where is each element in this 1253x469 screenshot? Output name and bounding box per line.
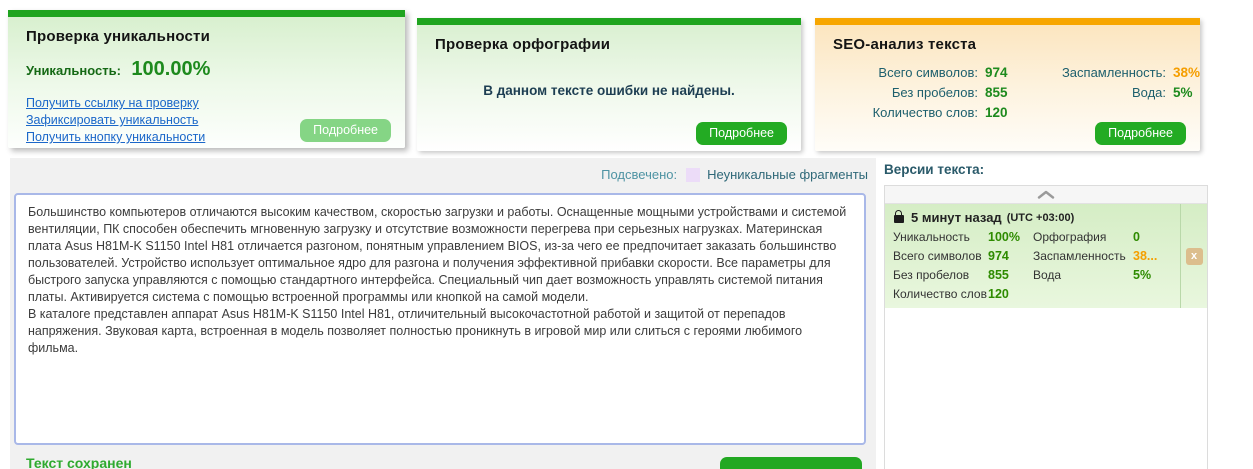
version-entry[interactable]: 5 минут назад (UTC +03:00) Уникальность … [885, 204, 1207, 308]
highlight-label: Подсвечено: [601, 167, 678, 182]
version-no-spaces-value: 855 [988, 268, 1009, 282]
uniqueness-more-button[interactable]: Подробнее [300, 119, 391, 142]
uniqueness-value: 100.00% [131, 58, 211, 80]
seo-more-button[interactable]: Подробнее [1095, 122, 1186, 145]
spelling-result-message: В данном тексте ошибки не найдены. [483, 83, 735, 98]
version-uniqueness-label: Уникальность [893, 230, 970, 244]
seo-card-title: SEO-анализ текста [833, 36, 977, 53]
version-spam-value: 38... [1133, 249, 1158, 263]
seo-word-count-value: 120 [985, 105, 1008, 120]
seo-total-chars-value: 974 [985, 65, 1008, 80]
version-uniqueness-value: 100% [988, 230, 1020, 244]
check-text-button[interactable] [720, 457, 862, 469]
version-total-chars-value: 974 [988, 249, 1009, 263]
seo-spam-value: 38% [1173, 65, 1201, 80]
spelling-card-title: Проверка орфографии [435, 36, 611, 53]
versions-panel: 5 минут назад (UTC +03:00) Уникальность … [884, 185, 1208, 469]
version-spelling-value: 0 [1133, 230, 1140, 244]
seo-spam-label: Заспамленность: [1061, 65, 1166, 80]
version-entry-details: 5 минут назад (UTC +03:00) Уникальность … [885, 204, 1180, 308]
saved-status-text: Текст сохранен [26, 455, 132, 469]
seo-analysis-card: SEO-анализ текста Всего символов: 974 За… [815, 18, 1200, 151]
link-get-check-url[interactable]: Получить ссылку на проверку [26, 95, 405, 112]
lock-icon [894, 210, 904, 223]
version-spam-label: Заспамленность [1033, 249, 1126, 263]
uniqueness-card-title: Проверка уникальности [26, 28, 211, 45]
seo-water-label: Вода: [1131, 85, 1166, 100]
version-entry-side: x [1180, 204, 1207, 308]
version-water-value: 5% [1133, 268, 1152, 282]
chevron-up-icon [1037, 186, 1055, 204]
seo-card-accent-bar [815, 18, 1200, 25]
highlight-color-swatch [686, 167, 701, 182]
spelling-more-button[interactable]: Подробнее [696, 122, 787, 145]
version-word-count-label: Количество слов [893, 287, 987, 301]
seo-no-spaces-label: Без пробелов: [891, 85, 978, 100]
uniqueness-card-accent-bar [8, 10, 405, 17]
seo-water-value: 5% [1173, 85, 1193, 100]
highlight-legend: Подсвечено: Неуникальные фрагменты [601, 167, 868, 182]
version-timezone: (UTC +03:00) [1006, 212, 1075, 224]
uniqueness-check-card: Проверка уникальности Уникальность: 100.… [8, 10, 405, 148]
version-no-spaces-label: Без пробелов [893, 268, 970, 282]
seo-word-count-label: Количество слов: [872, 105, 978, 120]
version-word-count-value: 120 [988, 287, 1009, 301]
versions-collapse-bar[interactable] [885, 186, 1207, 204]
text-input[interactable]: Большинство компьютеров отличаются высок… [14, 193, 866, 445]
seo-stats: Всего символов: 974 Заспамленность: 38% … [837, 65, 1200, 120]
seo-no-spaces-value: 855 [985, 85, 1008, 100]
seo-total-chars-label: Всего символов: [878, 65, 978, 80]
version-total-chars-label: Всего символов [893, 249, 982, 263]
spelling-card-accent-bar [417, 18, 801, 25]
editor-panel: Подсвечено: Неуникальные фрагменты Больш… [10, 158, 876, 469]
versions-heading: Версии текста: [884, 162, 985, 177]
uniqueness-label: Уникальность: [26, 63, 121, 78]
version-spelling-label: Орфография [1033, 230, 1107, 244]
close-icon[interactable]: x [1185, 247, 1203, 265]
page: Проверка уникальности Уникальность: 100.… [0, 0, 1253, 469]
version-water-label: Вода [1033, 268, 1062, 282]
spelling-check-card: Проверка орфографии В данном тексте ошиб… [417, 18, 801, 151]
version-time: 5 минут назад [911, 210, 1002, 225]
highlight-legend-text: Неуникальные фрагменты [707, 167, 868, 182]
version-stats: Уникальность 100% Орфография 0 Всего сим… [893, 230, 1172, 301]
